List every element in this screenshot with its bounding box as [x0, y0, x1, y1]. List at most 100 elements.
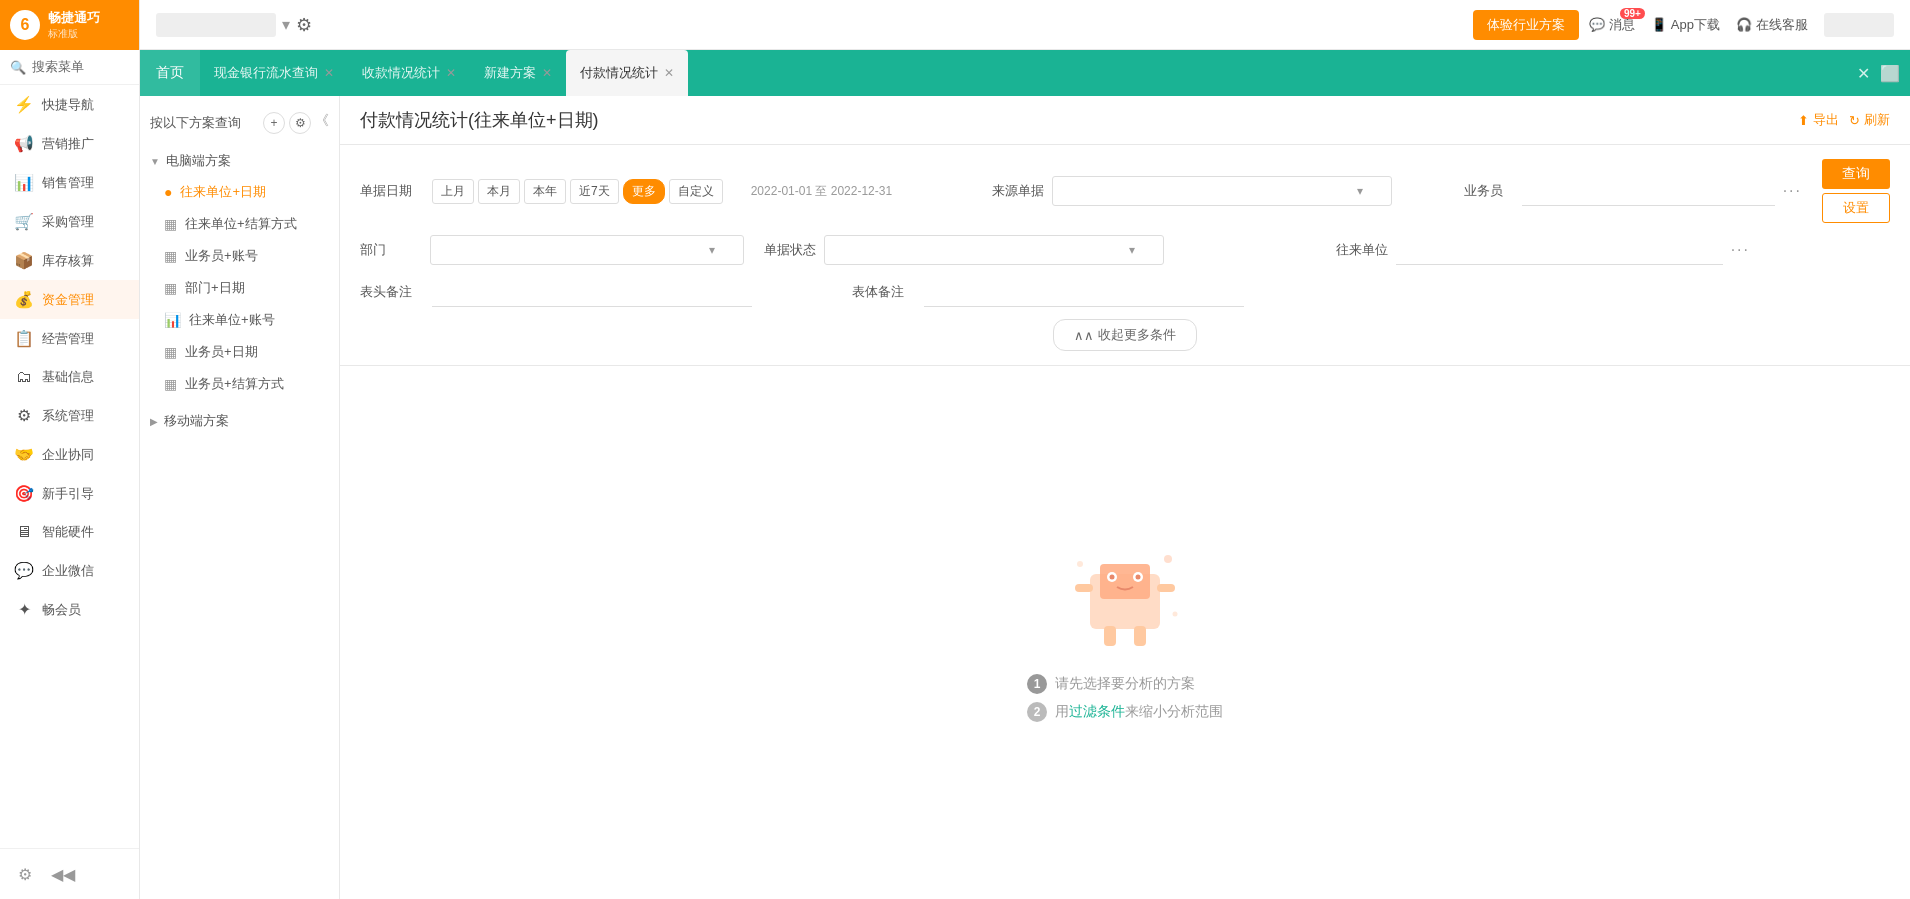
- table-header-note-label: 表头备注: [360, 283, 412, 301]
- scheme-settings-btn[interactable]: ⚙: [289, 112, 311, 134]
- salesman-dots[interactable]: ···: [1783, 182, 1802, 200]
- logo-sub: 标准版: [48, 27, 100, 41]
- date-btn-this-year[interactable]: 本年: [524, 179, 566, 204]
- date-btn-more[interactable]: 更多: [623, 179, 665, 204]
- right-panel: 付款情况统计(往来单位+日期) ⬆ 导出 ↻ 刷新 单据日期: [340, 96, 1910, 899]
- tab-payment-stats[interactable]: 付款情况统计 ✕: [566, 50, 688, 96]
- scheme-add-btn[interactable]: +: [263, 112, 285, 134]
- hint-text-1: 请先选择要分析的方案: [1055, 675, 1195, 693]
- table-body-note-input[interactable]: [924, 277, 1244, 307]
- mobile-group-arrow-icon: ▶: [150, 416, 158, 427]
- collapse-conditions-btn[interactable]: ∧∧ 收起更多条件: [1053, 319, 1197, 351]
- tab-bank-flow[interactable]: 现金银行流水查询 ✕: [200, 50, 348, 96]
- svg-rect-7: [1157, 584, 1175, 592]
- scheme-counterpart-date[interactable]: ● 往来单位+日期: [140, 176, 339, 208]
- export-btn[interactable]: ⬆ 导出: [1798, 111, 1839, 129]
- sidebar-item-basic[interactable]: 🗂 基础信息: [0, 358, 139, 396]
- sidebar-item-sales[interactable]: 📊 销售管理: [0, 163, 139, 202]
- svg-rect-1: [1100, 564, 1150, 599]
- date-btn-this-month[interactable]: 本月: [478, 179, 520, 204]
- sidebar-item-finance[interactable]: 💰 资金管理: [0, 280, 139, 319]
- search-menu[interactable]: 🔍 搜索菜单: [0, 50, 139, 85]
- tab-home[interactable]: 首页: [140, 50, 200, 96]
- sidebar-item-label: 企业协同: [42, 446, 94, 464]
- collapse-sidebar-btn[interactable]: ◀◀: [48, 859, 78, 889]
- date-filter-label: 单据日期: [360, 182, 412, 200]
- salesman-input[interactable]: [1522, 176, 1775, 206]
- refresh-btn[interactable]: ↻ 刷新: [1849, 111, 1890, 129]
- sidebar-bottom: ⚙ ◀◀: [0, 848, 139, 899]
- source-select[interactable]: ▾: [1052, 176, 1392, 206]
- main-area: ▾ ⚙ 体验行业方案 💬 消息 99+ 📱 App下载 🎧 在线客服 首页: [140, 0, 1910, 899]
- scheme-salesman-settle-label: 业务员+结算方式: [185, 375, 284, 393]
- query-btn[interactable]: 查询: [1822, 159, 1890, 189]
- table-header-note-input[interactable]: [432, 277, 752, 307]
- header-settings-icon[interactable]: ⚙: [296, 14, 312, 36]
- settings-btn[interactable]: 设置: [1822, 193, 1890, 223]
- app-download-item[interactable]: 📱 App下载: [1651, 16, 1720, 34]
- scheme-salesman-date[interactable]: ▦ 业务员+日期: [140, 336, 339, 368]
- empty-hints: 1 请先选择要分析的方案 2 用过滤条件来缩小分析范围: [1027, 674, 1223, 722]
- scheme-counterpart-settle[interactable]: ▦ 往来单位+结算方式: [140, 208, 339, 240]
- message-item[interactable]: 💬 消息 99+: [1589, 16, 1635, 34]
- date-btn-custom[interactable]: 自定义: [669, 179, 723, 204]
- scheme-salesman-settle[interactable]: ▦ 业务员+结算方式: [140, 368, 339, 400]
- empty-illustration: [1060, 544, 1190, 654]
- filter-area: 单据日期 上月 本月 本年 近7天 更多 自定义 2022-01-01 至 20…: [340, 145, 1910, 366]
- sidebar-item-label: 库存核算: [42, 252, 94, 270]
- system-icon: ⚙: [14, 406, 34, 425]
- counterpart-dots[interactable]: ···: [1731, 241, 1750, 259]
- sidebar-item-system[interactable]: ⚙ 系统管理: [0, 396, 139, 435]
- scheme-dept-date[interactable]: ▦ 部门+日期: [140, 272, 339, 304]
- sidebar-item-label: 营销推广: [42, 135, 94, 153]
- tab-bank-flow-close[interactable]: ✕: [324, 66, 334, 80]
- salesman-date-icon: ▦: [164, 344, 177, 360]
- scheme-group-mobile-title[interactable]: ▶ 移动端方案: [140, 406, 339, 436]
- tab-new-scheme[interactable]: 新建方案 ✕: [470, 50, 566, 96]
- tab-income-stats[interactable]: 收款情况统计 ✕: [348, 50, 470, 96]
- tab-maximize-btn[interactable]: ⬜: [1880, 64, 1900, 83]
- sidebar-item-guide[interactable]: 🎯 新手引导: [0, 474, 139, 513]
- scheme-header: 按以下方案查询 + ⚙ 《: [140, 106, 339, 140]
- online-service-item[interactable]: 🎧 在线客服: [1736, 16, 1808, 34]
- sidebar-item-wechat[interactable]: 💬 企业微信: [0, 551, 139, 590]
- tab-close-all-btn[interactable]: ✕: [1857, 64, 1870, 83]
- source-filter-label: 来源单据: [992, 182, 1044, 200]
- dept-select-arrow-icon: ▾: [709, 243, 715, 257]
- main-content: 1 请先选择要分析的方案 2 用过滤条件来缩小分析范围: [340, 366, 1910, 899]
- sales-icon: 📊: [14, 173, 34, 192]
- user-info-placeholder: [1824, 13, 1894, 37]
- doc-status-select[interactable]: ▾: [824, 235, 1164, 265]
- trial-btn[interactable]: 体验行业方案: [1473, 10, 1579, 40]
- svg-point-11: [1164, 555, 1172, 563]
- date-btn-last-month[interactable]: 上月: [432, 179, 474, 204]
- settings-bottom-btn[interactable]: ⚙: [10, 859, 40, 889]
- sidebar-item-hardware[interactable]: 🖥 智能硬件: [0, 513, 139, 551]
- scheme-counterpart-account[interactable]: 📊 往来单位+账号: [140, 304, 339, 336]
- counterpart-input[interactable]: [1396, 235, 1723, 265]
- dept-select[interactable]: ▾: [430, 235, 744, 265]
- sidebar-item-marketing[interactable]: 📢 营销推广: [0, 124, 139, 163]
- date-btn-7days[interactable]: 近7天: [570, 179, 619, 204]
- pc-group-label: 电脑端方案: [166, 152, 231, 170]
- tab-new-scheme-close[interactable]: ✕: [542, 66, 552, 80]
- scheme-collapse-btn[interactable]: 《: [315, 112, 329, 134]
- app-download-label: App下载: [1671, 16, 1720, 34]
- export-label: 导出: [1813, 111, 1839, 129]
- sidebar-item-inventory[interactable]: 📦 库存核算: [0, 241, 139, 280]
- user-dropdown-arrow[interactable]: ▾: [282, 15, 290, 34]
- salesman-filter-label: 业务员: [1464, 182, 1514, 200]
- scheme-counterpart-settle-label: 往来单位+结算方式: [185, 215, 297, 233]
- scheme-salesman-account[interactable]: ▦ 业务员+账号: [140, 240, 339, 272]
- counterpart-date-icon: ●: [164, 184, 172, 200]
- sidebar-item-member[interactable]: ✦ 畅会员: [0, 590, 139, 629]
- sidebar-item-label: 销售管理: [42, 174, 94, 192]
- message-icon: 💬: [1589, 17, 1605, 32]
- scheme-group-pc-title[interactable]: ▼ 电脑端方案: [140, 146, 339, 176]
- sidebar-item-operations[interactable]: 📋 经营管理: [0, 319, 139, 358]
- tab-payment-stats-close[interactable]: ✕: [664, 66, 674, 80]
- sidebar-item-quick-nav[interactable]: ⚡ 快捷导航: [0, 85, 139, 124]
- sidebar-item-purchase[interactable]: 🛒 采购管理: [0, 202, 139, 241]
- sidebar-item-enterprise[interactable]: 🤝 企业协同: [0, 435, 139, 474]
- tab-income-stats-close[interactable]: ✕: [446, 66, 456, 80]
